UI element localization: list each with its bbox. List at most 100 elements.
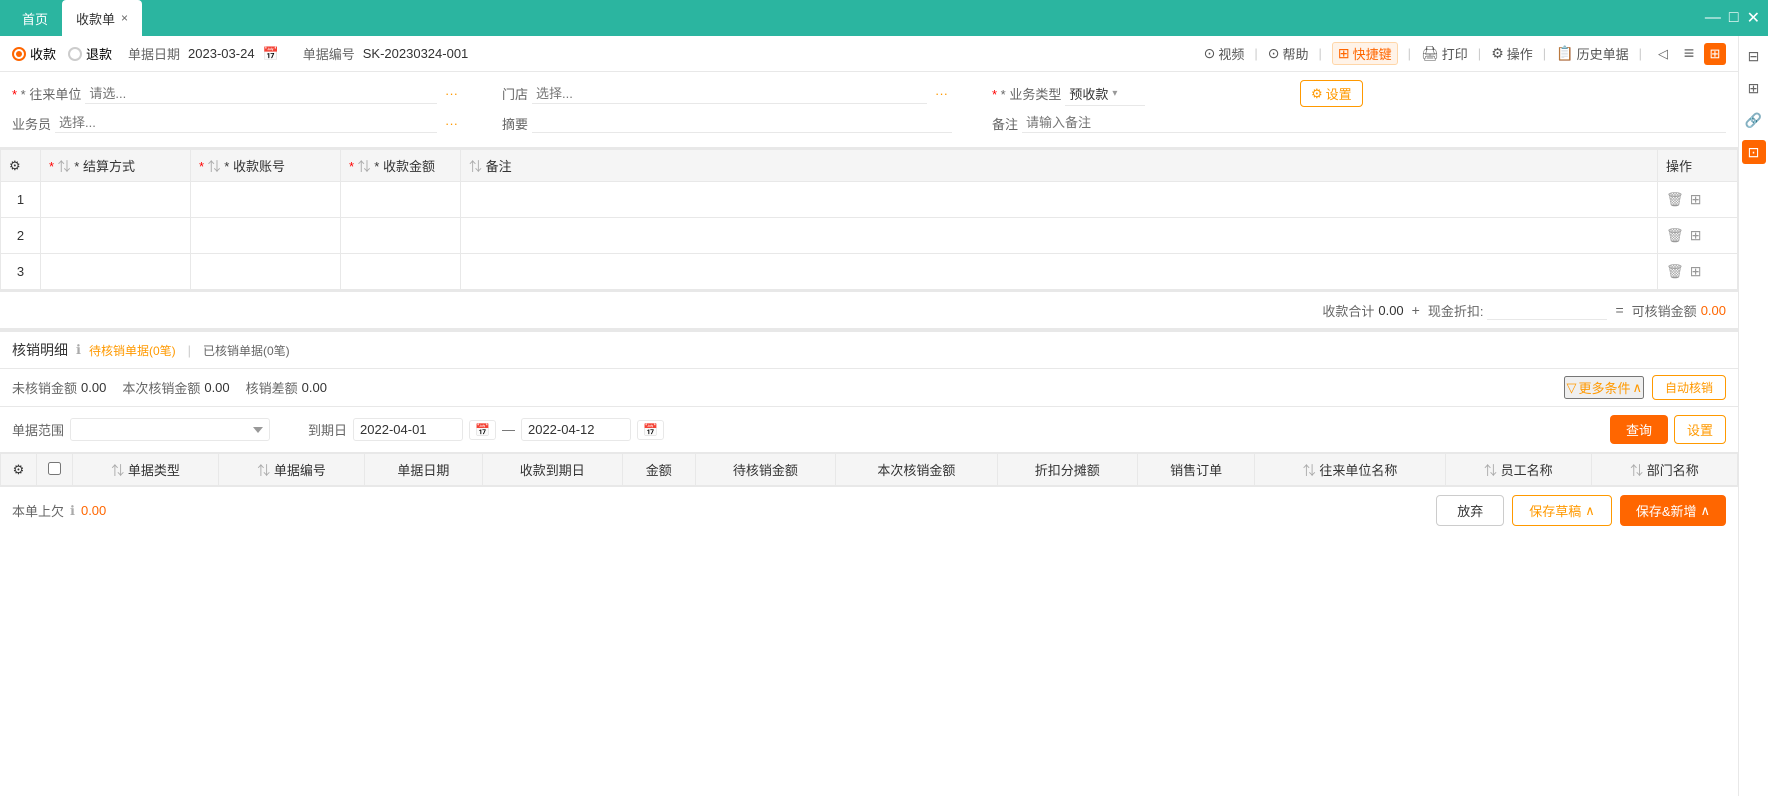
minimize-icon[interactable]: — [1705, 9, 1721, 27]
sidebar-icon-1[interactable]: ⊟ [1742, 44, 1766, 68]
row-copy-1[interactable]: ⊞ [1690, 191, 1702, 208]
view-icon-grid[interactable]: ≡ [1678, 43, 1700, 65]
discard-btn[interactable]: 放弃 [1436, 495, 1504, 526]
save-draft-btn[interactable]: 保存草稿 ∧ [1512, 495, 1612, 526]
tab-home[interactable]: 首页 [8, 0, 62, 36]
range-select[interactable] [70, 418, 270, 441]
radio-refund-dot [68, 47, 82, 61]
maximize-icon[interactable]: □ [1729, 9, 1739, 27]
operations-action[interactable]: ⚙ 操作 [1491, 44, 1533, 63]
eq-sign: = [1615, 302, 1623, 318]
remark-label: 备注 [992, 114, 1018, 133]
partner-more-icon[interactable]: ··· [441, 86, 462, 101]
row-copy-3[interactable]: ⊞ [1690, 263, 1702, 280]
table-row: 1 🗑 ⊞ [1, 182, 1738, 218]
sidebar-icon-3[interactable]: 🔗 [1742, 108, 1766, 132]
row-amount-2[interactable] [341, 218, 461, 254]
radio-receipt[interactable]: 收款 [12, 44, 56, 63]
save-new-btn[interactable]: 保存&新增 ∧ [1620, 495, 1726, 526]
divider4: | [1478, 46, 1481, 61]
divider6: | [1639, 46, 1642, 61]
view-icon-list[interactable]: ◁ [1652, 43, 1674, 65]
row-settlement-3[interactable] [41, 254, 191, 290]
print-action[interactable]: 🖨 打印 [1421, 44, 1468, 63]
partner-input[interactable] [85, 84, 437, 104]
wt-sort3: ⇅ [1303, 463, 1320, 478]
row-amount-1[interactable] [341, 182, 461, 218]
row-remark-3[interactable] [461, 254, 1658, 290]
tab-close-icon[interactable]: × [121, 11, 128, 25]
sidebar-icon-4[interactable]: ⊡ [1742, 140, 1766, 164]
view-icon-card[interactable]: ⊞ [1704, 43, 1726, 65]
more-conditions-btn[interactable]: ▽ 更多条件 ∧ [1564, 376, 1644, 399]
row-account-2[interactable] [191, 218, 341, 254]
sidebar-icon-2[interactable]: ⊞ [1742, 76, 1766, 100]
filter-actions: 查询 设置 [1610, 415, 1726, 444]
cal-from-btn[interactable]: 📅 [469, 420, 496, 440]
col-settings-header[interactable]: ⚙ [1, 150, 41, 182]
row-remark-2[interactable] [461, 218, 1658, 254]
row-copy-2[interactable]: ⊞ [1690, 227, 1702, 244]
settings-button[interactable]: ⚙ 设置 [1300, 80, 1363, 107]
store-input[interactable] [532, 84, 927, 104]
tab-receipt[interactable]: 收款单 × [62, 0, 142, 36]
tab-bar: 首页 收款单 × — □ ✕ [0, 0, 1768, 36]
cal-to-btn[interactable]: 📅 [637, 420, 664, 440]
main-table-wrapper: ⚙ ⇅ * 结算方式 ⇅ * 收款账号 ⇅ * 收款金额 [0, 148, 1738, 291]
query-btn[interactable]: 查询 [1610, 415, 1668, 444]
row-account-3[interactable] [191, 254, 341, 290]
divider3: | [1408, 46, 1411, 61]
store-more-icon[interactable]: ··· [931, 86, 952, 101]
date-to-input[interactable] [521, 418, 631, 441]
summary-field: 摘要 [502, 113, 952, 133]
date-from-input[interactable] [353, 418, 463, 441]
divider1: | [1254, 46, 1257, 61]
staff-more-icon[interactable]: ··· [441, 116, 462, 131]
help-action[interactable]: ⊙ 帮助 [1268, 44, 1309, 63]
row-delete-3[interactable]: 🗑 [1666, 263, 1684, 280]
history-action[interactable]: 📋 历史单据 [1556, 44, 1628, 63]
wt-col-settings[interactable]: ⚙ [1, 454, 37, 486]
video-action[interactable]: ⊙ 视频 [1204, 44, 1245, 63]
shortcut-icon: ⊞ [1338, 45, 1350, 62]
row-delete-2[interactable]: 🗑 [1666, 227, 1684, 244]
writeoff-header: 核销明细 ℹ 待核销单据(0笔) | 已核销单据(0笔) [0, 332, 1738, 369]
biz-type-select[interactable]: 预收款 ▾ [1065, 82, 1145, 106]
chevron-up-icon: ∧ [1632, 380, 1642, 396]
row-settlement-1[interactable] [41, 182, 191, 218]
row-ops-1: 🗑 ⊞ [1666, 191, 1729, 208]
plus-sign: + [1412, 302, 1420, 318]
tab-home-label: 首页 [22, 9, 48, 28]
tab-pending[interactable]: 待核销单据(0笔) [89, 342, 176, 359]
radio-refund[interactable]: 退款 [68, 44, 112, 63]
row-account-1[interactable] [191, 182, 341, 218]
close-icon[interactable]: ✕ [1747, 8, 1760, 28]
discount-input[interactable] [1487, 300, 1607, 320]
row-remark-1[interactable] [461, 182, 1658, 218]
shortcut-action[interactable]: ⊞ 快捷键 [1332, 42, 1398, 65]
row-ops-3: 🗑 ⊞ [1666, 263, 1729, 280]
row-amount-3[interactable] [341, 254, 461, 290]
current-value: 0.00 [204, 380, 229, 395]
row-settlement-2[interactable] [41, 218, 191, 254]
remark-input[interactable] [1022, 113, 1726, 133]
wt-col-dept: ⇅ 部门名称 [1591, 454, 1737, 486]
filter-icon: ▽ [1566, 380, 1576, 396]
staff-input[interactable] [55, 113, 437, 133]
gear-icon: ⚙ [9, 158, 21, 173]
total-label: 收款合计 0.00 [1322, 301, 1403, 320]
tab-done[interactable]: 已核销单据(0笔) [203, 342, 290, 359]
store-label: 门店 [502, 84, 528, 103]
row-delete-1[interactable]: 🗑 [1666, 191, 1684, 208]
summary-input[interactable] [532, 113, 952, 133]
wt-col-checkbox[interactable] [37, 454, 73, 486]
wt-checkbox-all[interactable] [48, 462, 61, 475]
history-icon: 📋 [1556, 45, 1573, 62]
writeoff-table: ⚙ ⇅ 单据类型 ⇅ 单据编号 [0, 453, 1738, 486]
writeoff-settings-btn[interactable]: 设置 [1674, 415, 1726, 444]
writeoff-info-icon: ℹ [76, 342, 81, 358]
calendar-icon[interactable]: 📅 [263, 46, 279, 62]
wt-sort4: ⇅ [1484, 463, 1501, 478]
form-area: * 往来单位 ··· 门店 ··· * 业务类型 预收款 ▾ ⚙ 设置 [0, 72, 1738, 148]
auto-writeoff-btn[interactable]: 自动核销 [1652, 375, 1726, 400]
